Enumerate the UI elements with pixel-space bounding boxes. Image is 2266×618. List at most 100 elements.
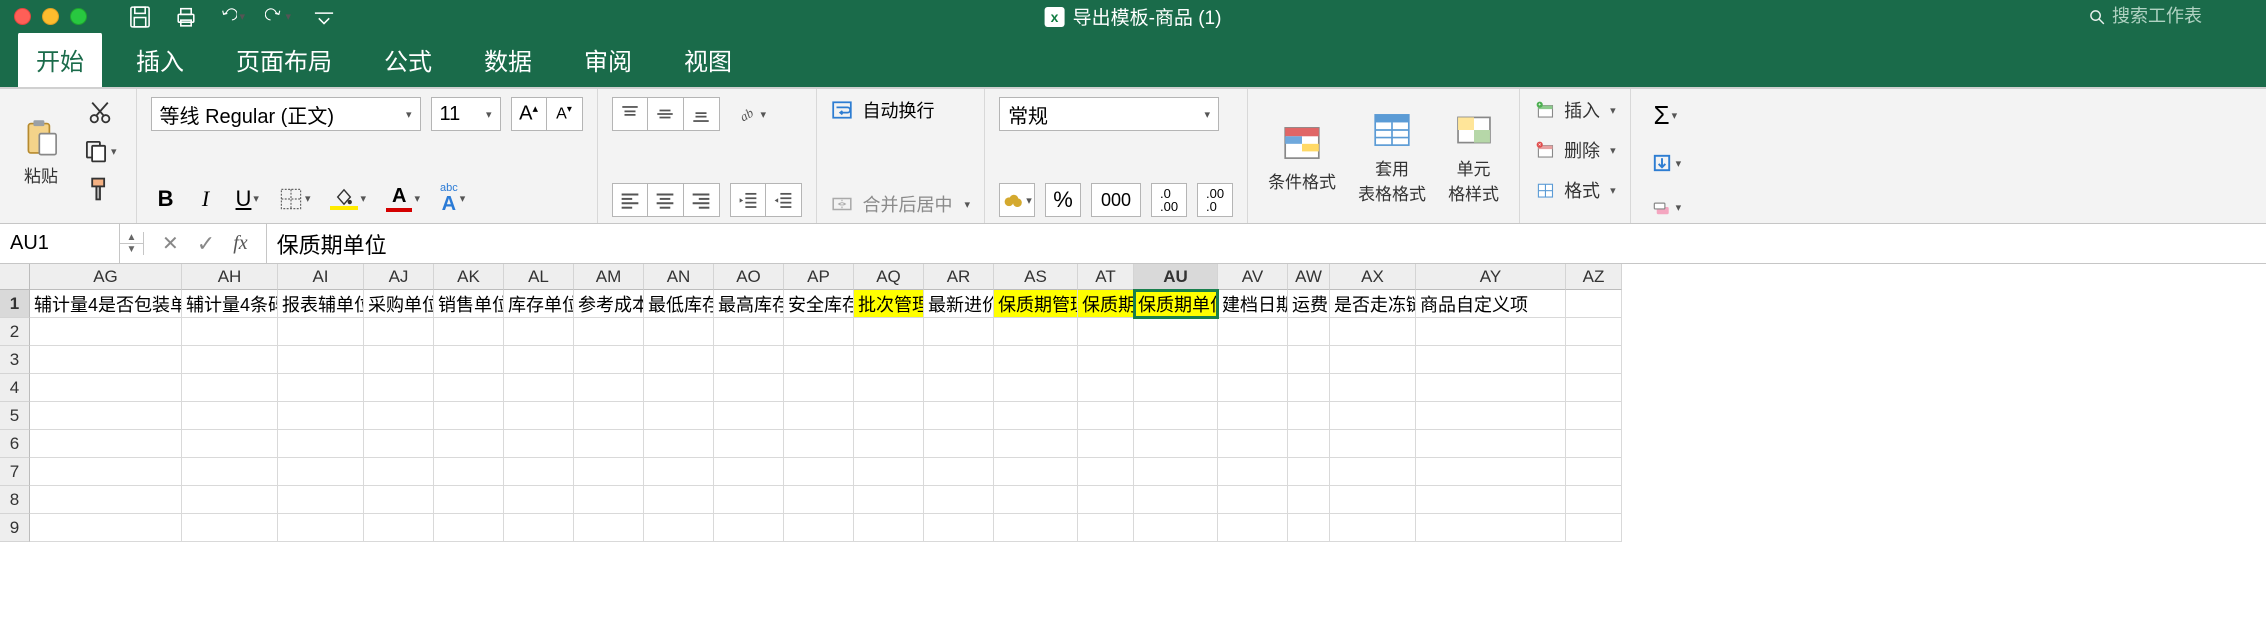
cell[interactable]: 参考成本	[574, 290, 644, 318]
cell[interactable]	[1416, 318, 1566, 346]
cell[interactable]	[278, 514, 364, 542]
cell[interactable]	[504, 402, 574, 430]
tab-insert[interactable]: 插入	[118, 32, 202, 87]
increase-indent-button[interactable]	[766, 183, 802, 217]
cell[interactable]	[1134, 430, 1218, 458]
cell[interactable]	[1134, 458, 1218, 486]
format-painter-button[interactable]	[78, 173, 122, 205]
column-header[interactable]: AW	[1288, 264, 1330, 290]
save-icon[interactable]	[127, 4, 153, 30]
cell[interactable]	[784, 318, 854, 346]
decrease-decimal-button[interactable]: .00.0	[1197, 183, 1233, 217]
cell[interactable]	[1566, 290, 1622, 318]
row-header[interactable]: 1	[0, 290, 30, 318]
spreadsheet-grid[interactable]: AGAHAIAJAKALAMANAOAPAQARASATAUAVAWAXAYAZ…	[0, 264, 2266, 542]
redo-icon[interactable]: ▾	[265, 4, 291, 30]
cell[interactable]	[182, 458, 278, 486]
column-header[interactable]: AY	[1416, 264, 1566, 290]
cell[interactable]	[1288, 430, 1330, 458]
cell[interactable]: 保质期单位	[1134, 290, 1218, 318]
cell[interactable]	[924, 318, 994, 346]
cell[interactable]	[924, 430, 994, 458]
tab-page-layout[interactable]: 页面布局	[218, 32, 350, 87]
font-name-combo[interactable]: 等线 Regular (正文)▾	[151, 97, 421, 131]
cell[interactable]	[574, 346, 644, 374]
cell[interactable]	[1218, 430, 1288, 458]
cell[interactable]	[1330, 514, 1416, 542]
cell[interactable]	[182, 318, 278, 346]
cell[interactable]	[182, 374, 278, 402]
cell[interactable]	[994, 430, 1078, 458]
cell[interactable]	[182, 346, 278, 374]
cell[interactable]	[278, 402, 364, 430]
cell[interactable]	[784, 486, 854, 514]
cell[interactable]	[30, 318, 182, 346]
cell[interactable]	[30, 374, 182, 402]
align-left-button[interactable]	[612, 183, 648, 217]
cell[interactable]	[644, 346, 714, 374]
cell[interactable]	[1416, 486, 1566, 514]
cell[interactable]	[854, 318, 924, 346]
cell[interactable]: 建档日期	[1218, 290, 1288, 318]
cell[interactable]	[924, 374, 994, 402]
cell[interactable]	[924, 458, 994, 486]
cell[interactable]	[854, 486, 924, 514]
print-icon[interactable]	[173, 4, 199, 30]
cell[interactable]	[1218, 374, 1288, 402]
comma-style-button[interactable]: 000	[1091, 183, 1141, 217]
cell[interactable]	[644, 486, 714, 514]
cell[interactable]: 批次管理	[854, 290, 924, 318]
cell[interactable]	[364, 402, 434, 430]
cell[interactable]	[182, 486, 278, 514]
bold-button[interactable]: B	[151, 183, 181, 215]
cell[interactable]	[504, 374, 574, 402]
minimize-window-button[interactable]	[42, 8, 59, 25]
format-cells-button[interactable]: 格式▾	[1534, 177, 1616, 203]
cell[interactable]	[1134, 402, 1218, 430]
cell[interactable]	[1134, 346, 1218, 374]
row-header[interactable]: 5	[0, 402, 30, 430]
cell[interactable]	[504, 514, 574, 542]
cell[interactable]	[1078, 458, 1134, 486]
cell[interactable]	[278, 458, 364, 486]
column-header[interactable]: AO	[714, 264, 784, 290]
cell[interactable]	[182, 402, 278, 430]
cell[interactable]	[434, 430, 504, 458]
row-header[interactable]: 9	[0, 514, 30, 542]
cell[interactable]: 辅计量4条码	[182, 290, 278, 318]
cell[interactable]	[1218, 458, 1288, 486]
cell[interactable]	[434, 486, 504, 514]
cell[interactable]	[1566, 402, 1622, 430]
column-header[interactable]: AT	[1078, 264, 1134, 290]
row-header[interactable]: 2	[0, 318, 30, 346]
cell[interactable]	[714, 318, 784, 346]
cell[interactable]	[1288, 458, 1330, 486]
cell[interactable]	[1566, 346, 1622, 374]
cell[interactable]: 商品自定义项	[1416, 290, 1566, 318]
shrink-font-button[interactable]: A▾	[547, 97, 583, 131]
cell[interactable]	[1134, 318, 1218, 346]
cell[interactable]	[574, 430, 644, 458]
cell[interactable]	[30, 430, 182, 458]
delete-cells-button[interactable]: ×删除▾	[1534, 137, 1616, 163]
cell[interactable]	[1288, 318, 1330, 346]
cell[interactable]	[1078, 514, 1134, 542]
cell[interactable]	[1566, 514, 1622, 542]
cell[interactable]	[854, 430, 924, 458]
cell[interactable]	[1218, 402, 1288, 430]
cell[interactable]	[1134, 374, 1218, 402]
cell[interactable]	[1218, 514, 1288, 542]
cell[interactable]	[924, 346, 994, 374]
number-format-combo[interactable]: 常规▾	[999, 97, 1219, 131]
cell[interactable]	[644, 458, 714, 486]
cell[interactable]	[1078, 346, 1134, 374]
align-center-button[interactable]	[648, 183, 684, 217]
cell[interactable]	[784, 402, 854, 430]
cell[interactable]: 报表辅单位	[278, 290, 364, 318]
fill-color-button[interactable]: ▾	[325, 184, 371, 214]
copy-button[interactable]: ▾	[78, 135, 122, 167]
cell[interactable]	[1416, 430, 1566, 458]
tab-view[interactable]: 视图	[666, 32, 750, 87]
close-window-button[interactable]	[14, 8, 31, 25]
column-header[interactable]: AK	[434, 264, 504, 290]
